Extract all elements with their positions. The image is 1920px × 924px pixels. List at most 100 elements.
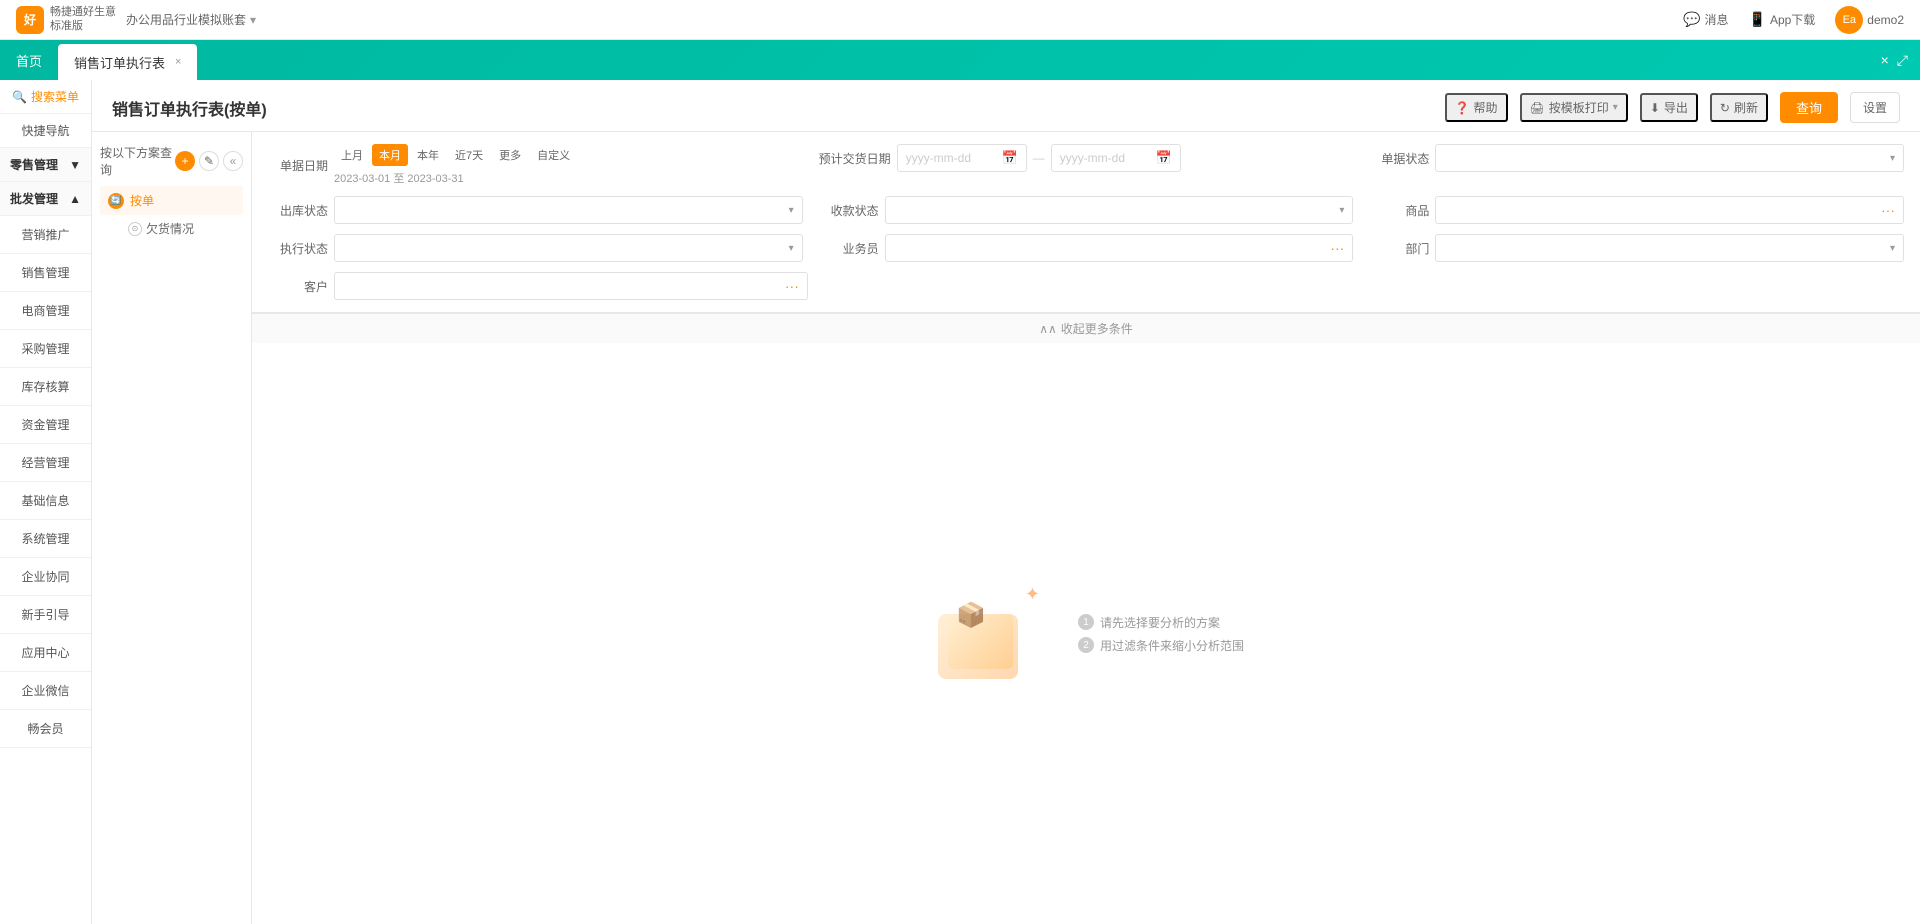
data-area: ✦ 📦 1 请先选择要分析的方案 2 用过滤条件来缩小分析范围 <box>252 343 1920 924</box>
dept-select[interactable]: ▾ <box>1435 234 1904 262</box>
expected-date-end[interactable]: yyyy-mm-dd 📅 <box>1051 144 1181 172</box>
calendar-icon-end: 📅 <box>1156 150 1172 166</box>
content-area: 销售订单执行表(按单) ❓ 帮助 🖨 按模板打印 ▾ ⬇ 导出 ↻ 刷新 <box>92 80 1920 924</box>
empty-tips: 1 请先选择要分析的方案 2 用过滤条件来缩小分析范围 <box>1078 614 1244 654</box>
goods-dots-icon[interactable]: ··· <box>1881 202 1895 218</box>
user-profile[interactable]: Ea demo2 <box>1835 6 1904 34</box>
customer-dots-icon[interactable]: ··· <box>785 278 799 294</box>
customer-select[interactable]: ··· <box>334 272 808 300</box>
sidebar-item-sales[interactable]: 销售管理 <box>0 254 91 292</box>
main-content: 单据日期 上月 本月 本年 近7天 更多 自定义 20 <box>252 132 1920 924</box>
sales-person-select[interactable]: ··· <box>885 234 1354 262</box>
expected-date-start[interactable]: yyyy-mm-dd 📅 <box>897 144 1027 172</box>
last7-btn[interactable]: 近7天 <box>448 144 490 166</box>
message-action[interactable]: 💬 消息 <box>1683 11 1728 28</box>
collapse-filter-bar[interactable]: ∧∧ 收起更多条件 <box>252 313 1920 343</box>
app-download-action[interactable]: 📱 App下载 <box>1749 11 1816 28</box>
scheme-item-by-order[interactable]: 🔄 按单 <box>100 186 243 215</box>
date-buttons: 上月 本月 本年 近7天 更多 自定义 <box>334 144 577 166</box>
window-maximize-icon[interactable]: ⤢ <box>1897 52 1908 69</box>
sidebar-item-operations[interactable]: 经营管理 <box>0 444 91 482</box>
add-scheme-button[interactable]: + <box>175 151 195 171</box>
prev-month-btn[interactable]: 上月 <box>334 144 370 166</box>
exec-status-select[interactable]: ▾ <box>334 234 803 262</box>
status-select[interactable]: ▾ <box>1435 144 1904 172</box>
scheme-sub-item-shortage[interactable]: ⊙ 欠货情况 <box>100 215 243 242</box>
export-icon: ⬇ <box>1650 101 1660 115</box>
top-bar-left: 好 畅捷通好生意 标准版 办公用品行业模拟账套 ▾ <box>16 6 256 34</box>
filter-customer-group: 客户 ··· <box>268 272 808 300</box>
filter-row-3: 执行状态 ▾ 业务员 ··· <box>268 234 1904 262</box>
sidebar-item-finance[interactable]: 资金管理 <box>0 406 91 444</box>
collapse-panel-button[interactable]: « <box>223 151 243 171</box>
customer-label: 客户 <box>268 278 328 295</box>
avatar: Ea <box>1835 6 1863 34</box>
logo-text: 畅捷通好生意 标准版 <box>50 6 116 32</box>
sidebar-item-basics[interactable]: 基础信息 <box>0 482 91 520</box>
window-close-icon[interactable]: × <box>1881 52 1889 68</box>
sidebar-item-marketing[interactable]: 营销推广 <box>0 216 91 254</box>
sales-person-dots-icon[interactable]: ··· <box>1330 240 1344 256</box>
more-btn[interactable]: 更多 <box>492 144 528 166</box>
sidebar-item-system[interactable]: 系统管理 <box>0 520 91 558</box>
sidebar-item-app-center[interactable]: 应用中心 <box>0 634 91 672</box>
logo-icon: 好 <box>16 6 44 34</box>
sidebar-item-inventory[interactable]: 库存核算 <box>0 368 91 406</box>
page-title: 销售订单执行表(按单) <box>112 96 267 120</box>
top-bar: 好 畅捷通好生意 标准版 办公用品行业模拟账套 ▾ 💬 消息 📱 App下载 E… <box>0 0 1920 40</box>
custom-btn[interactable]: 自定义 <box>530 144 577 166</box>
filter-dept-group: 部门 ▾ <box>1369 234 1904 262</box>
logo-area: 好 畅捷通好生意 标准版 <box>16 6 116 34</box>
left-panel-title: 按以下方案查询 <box>100 144 175 178</box>
sales-person-label: 业务员 <box>819 240 879 257</box>
refresh-button[interactable]: ↻ 刷新 <box>1710 93 1768 122</box>
scheme-sub-icon: ⊙ <box>128 222 142 236</box>
collect-status-select[interactable]: ▾ <box>885 196 1354 224</box>
sidebar-item-enterprise-wechat[interactable]: 企业微信 <box>0 672 91 710</box>
tab-active[interactable]: 销售订单执行表 × <box>58 44 197 80</box>
sidebar-item-wholesale[interactable]: 批发管理 ▲ <box>0 182 91 216</box>
top-bar-right: 💬 消息 📱 App下载 Ea demo2 <box>1683 6 1904 34</box>
current-month-btn[interactable]: 本月 <box>372 144 408 166</box>
breadcrumb[interactable]: 办公用品行业模拟账套 ▾ <box>126 11 256 28</box>
empty-tip-2: 2 用过滤条件来缩小分析范围 <box>1078 637 1244 654</box>
sidebar-quick-nav[interactable]: 快捷导航 <box>0 114 91 148</box>
filter-goods-group: 商品 ··· <box>1369 196 1904 224</box>
date-separator: — <box>1033 151 1045 165</box>
tab-home[interactable]: 首页 <box>0 40 58 80</box>
template-print-button[interactable]: 🖨 按模板打印 ▾ <box>1520 93 1628 122</box>
phone-icon: 📱 <box>1749 11 1766 28</box>
chevron-up-icon: ▲ <box>69 192 81 206</box>
sidebar-item-ecommerce[interactable]: 电商管理 <box>0 292 91 330</box>
goods-select[interactable]: ··· <box>1435 196 1904 224</box>
sidebar-item-member[interactable]: 畅会员 <box>0 710 91 748</box>
filter-row-4: 客户 ··· <box>268 272 1904 300</box>
filter-exec-status-group: 执行状态 ▾ <box>268 234 803 262</box>
filter-status-group: 单据状态 ▾ <box>1369 144 1904 172</box>
tab-close-icon[interactable]: × <box>175 56 181 68</box>
out-status-select[interactable]: ▾ <box>334 196 803 224</box>
collect-status-label: 收款状态 <box>819 202 879 219</box>
sidebar-item-newbie[interactable]: 新手引导 <box>0 596 91 634</box>
filter-out-status-group: 出库状态 ▾ <box>268 196 803 224</box>
sidebar-item-purchase[interactable]: 采购管理 <box>0 330 91 368</box>
help-button[interactable]: ❓ 帮助 <box>1445 93 1508 122</box>
chevron-down-icon: ▼ <box>69 158 81 172</box>
sidebar-search[interactable]: 🔍 搜索菜单 <box>0 80 91 114</box>
main-layout: 🔍 搜索菜单 快捷导航 零售管理 ▼ 批发管理 ▲ 营销推广 销售管理 电商管理… <box>0 80 1920 924</box>
sidebar-item-enterprise-collab[interactable]: 企业协同 <box>0 558 91 596</box>
tip-num-2: 2 <box>1078 637 1094 653</box>
sidebar-item-retail[interactable]: 零售管理 ▼ <box>0 148 91 182</box>
out-status-label: 出库状态 <box>268 202 328 219</box>
empty-illustration: ✦ 📦 <box>928 579 1048 689</box>
star-icon: ✦ <box>1025 584 1040 605</box>
current-year-btn[interactable]: 本年 <box>410 144 446 166</box>
left-panel-actions: + ✎ « <box>175 151 243 171</box>
empty-state: ✦ 📦 1 请先选择要分析的方案 2 用过滤条件来缩小分析范围 <box>928 579 1244 689</box>
settings-button[interactable]: 设置 <box>1850 92 1900 123</box>
query-button[interactable]: 查询 <box>1780 92 1838 123</box>
date-content: 上月 本月 本年 近7天 更多 自定义 2023-03-01 至 2023-03… <box>334 144 577 186</box>
edit-scheme-button[interactable]: ✎ <box>199 151 219 171</box>
export-button[interactable]: ⬇ 导出 <box>1640 93 1698 122</box>
status-dropdown-icon: ▾ <box>1890 153 1895 164</box>
